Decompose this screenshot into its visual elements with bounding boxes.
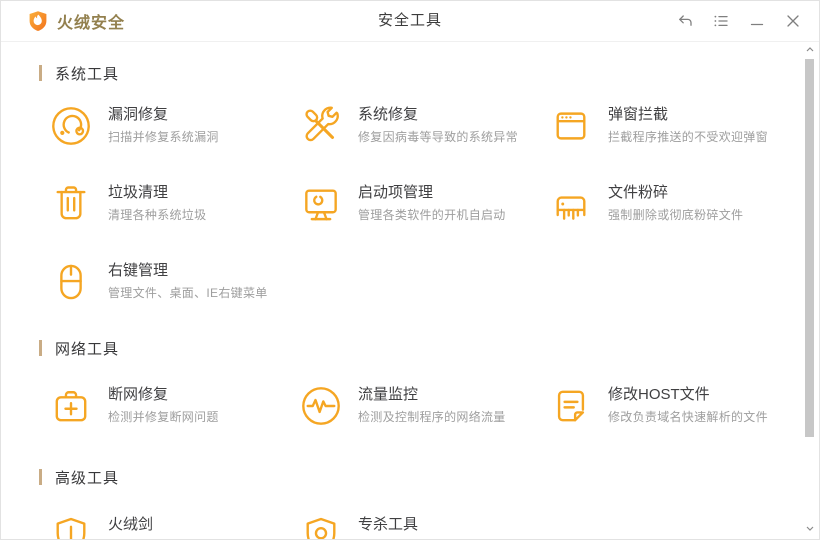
section-marker xyxy=(39,469,42,485)
network-repair-icon xyxy=(55,391,87,422)
tool-title: 文件粉碎 xyxy=(608,184,669,201)
tool-text: 断网修复 检测并修复断网问题 xyxy=(108,384,219,424)
popup-blocker-icon xyxy=(556,112,586,140)
tool-title: 漏洞修复 xyxy=(108,106,169,123)
tool-title: 系统修复 xyxy=(358,106,419,123)
system-tools-grid: 漏洞修复 扫描并修复系统漏洞 系统修复 修复因病毒等导致的系统异常 弹窗拦截 拦… xyxy=(49,104,819,306)
tool-startup-manager[interactable]: 启动项管理 管理各类软件的开机自启动 xyxy=(299,182,549,228)
section-marker xyxy=(39,65,42,81)
tool-desc: 修复因病毒等导致的系统异常 xyxy=(358,130,518,144)
tool-text: 专杀工具 xyxy=(358,514,419,539)
tool-system-repair[interactable]: 系统修复 修复因病毒等导致的系统异常 xyxy=(299,104,549,150)
startup-manager-icon xyxy=(305,189,337,221)
tool-text: 火绒剑 xyxy=(108,514,154,539)
section-label: 网络工具 xyxy=(55,340,120,358)
network-tools-grid: 断网修复 检测并修复断网问题 流量监控 检测及控制程序的网络流量 修改HOST文… xyxy=(49,384,819,430)
tool-title: 垃圾清理 xyxy=(108,184,169,201)
tool-title: 启动项管理 xyxy=(358,184,434,201)
vulnerability-fix-icon xyxy=(52,107,90,145)
advanced-tools-grid: 火绒剑 专杀工具 xyxy=(49,514,819,539)
tool-desc: 拦截程序推送的不受欢迎弹窗 xyxy=(608,130,768,144)
shield-kill-icon xyxy=(306,517,336,539)
tool-text: 右键管理 管理文件、桌面、IE右键菜单 xyxy=(108,260,268,300)
tool-text: 垃圾清理 清理各种系统垃圾 xyxy=(108,182,206,222)
tool-special-kill[interactable]: 专杀工具 xyxy=(299,514,549,539)
tool-file-shredder[interactable]: 文件粉碎 强制删除或彻底粉碎文件 xyxy=(549,182,809,228)
tool-text: 系统修复 修复因病毒等导致的系统异常 xyxy=(358,104,518,144)
mouse-right-key-icon xyxy=(60,264,82,300)
chevron-up-icon[interactable] xyxy=(804,44,815,55)
tool-desc: 检测及控制程序的网络流量 xyxy=(358,410,506,424)
tool-text: 弹窗拦截 拦截程序推送的不受欢迎弹窗 xyxy=(608,104,768,144)
tool-title: 弹窗拦截 xyxy=(608,106,669,123)
scrollbar-thumb[interactable] xyxy=(805,59,814,437)
tool-popup-blocker[interactable]: 弹窗拦截 拦截程序推送的不受欢迎弹窗 xyxy=(549,104,809,150)
tool-text: 文件粉碎 强制删除或彻底粉碎文件 xyxy=(608,182,743,222)
back-icon[interactable] xyxy=(677,13,693,29)
tool-desc: 修改负责域名快速解析的文件 xyxy=(608,410,768,424)
brand-name: 火绒安全 xyxy=(57,15,126,32)
section-label: 高级工具 xyxy=(55,469,120,487)
section-header-advanced: 高级工具 xyxy=(39,467,819,487)
file-shredder-icon xyxy=(556,196,586,220)
tool-huorong-sword[interactable]: 火绒剑 xyxy=(49,514,299,539)
tool-title: 修改HOST文件 xyxy=(608,386,710,403)
minimize-icon[interactable] xyxy=(749,13,765,29)
tool-network-repair[interactable]: 断网修复 检测并修复断网问题 xyxy=(49,384,299,430)
close-icon[interactable] xyxy=(785,13,801,29)
section-label: 系统工具 xyxy=(55,65,120,83)
tool-desc: 清理各种系统垃圾 xyxy=(108,208,207,222)
tool-trash-clean[interactable]: 垃圾清理 清理各种系统垃圾 xyxy=(49,182,299,228)
huorong-logo-icon xyxy=(29,11,47,31)
list-menu-icon[interactable] xyxy=(713,13,729,29)
shield-sword-icon xyxy=(56,517,86,539)
section-marker xyxy=(39,340,42,356)
section-header-system: 系统工具 xyxy=(39,63,819,83)
host-file-icon xyxy=(557,390,585,422)
titlebar-actions xyxy=(677,13,819,29)
tool-host-file[interactable]: 修改HOST文件 修改负责域名快速解析的文件 xyxy=(549,384,809,430)
tool-traffic-monitor[interactable]: 流量监控 检测及控制程序的网络流量 xyxy=(299,384,549,430)
security-tools-window: 火绒安全 安全工具 系统工具 漏洞修复 扫描并修复系统漏洞 系统修复 修复因病毒… xyxy=(0,0,820,540)
tool-text: 修改HOST文件 修改负责域名快速解析的文件 xyxy=(608,384,768,424)
tool-desc: 扫描并修复系统漏洞 xyxy=(108,130,219,144)
system-repair-icon xyxy=(305,106,339,142)
brand: 火绒安全 xyxy=(1,9,125,33)
tool-desc: 管理文件、桌面、IE右键菜单 xyxy=(108,286,268,300)
tool-desc: 管理各类软件的开机自启动 xyxy=(358,208,506,222)
tool-title: 断网修复 xyxy=(108,386,169,403)
tool-text: 启动项管理 管理各类软件的开机自启动 xyxy=(358,182,506,222)
tool-text: 流量监控 检测及控制程序的网络流量 xyxy=(358,384,506,424)
tool-title: 右键管理 xyxy=(108,262,169,279)
chevron-down-icon[interactable] xyxy=(804,523,815,534)
tool-title: 流量监控 xyxy=(358,386,419,403)
tool-desc: 强制删除或彻底粉碎文件 xyxy=(608,208,744,222)
tool-vulnerability-fix[interactable]: 漏洞修复 扫描并修复系统漏洞 xyxy=(49,104,299,150)
section-header-network: 网络工具 xyxy=(39,338,819,358)
tool-text: 漏洞修复 扫描并修复系统漏洞 xyxy=(108,104,219,144)
titlebar[interactable]: 火绒安全 安全工具 xyxy=(1,1,819,42)
traffic-monitor-icon xyxy=(302,387,340,425)
tool-title: 火绒剑 xyxy=(108,516,154,533)
tool-right-key-manager[interactable]: 右键管理 管理文件、桌面、IE右键菜单 xyxy=(49,260,299,306)
tool-title: 专杀工具 xyxy=(358,516,419,533)
scrollbar[interactable] xyxy=(804,44,815,536)
tools-content: 系统工具 漏洞修复 扫描并修复系统漏洞 系统修复 修复因病毒等导致的系统异常 弹… xyxy=(1,42,819,539)
tool-desc: 检测并修复断网问题 xyxy=(108,410,219,424)
trash-clean-icon xyxy=(56,186,86,220)
